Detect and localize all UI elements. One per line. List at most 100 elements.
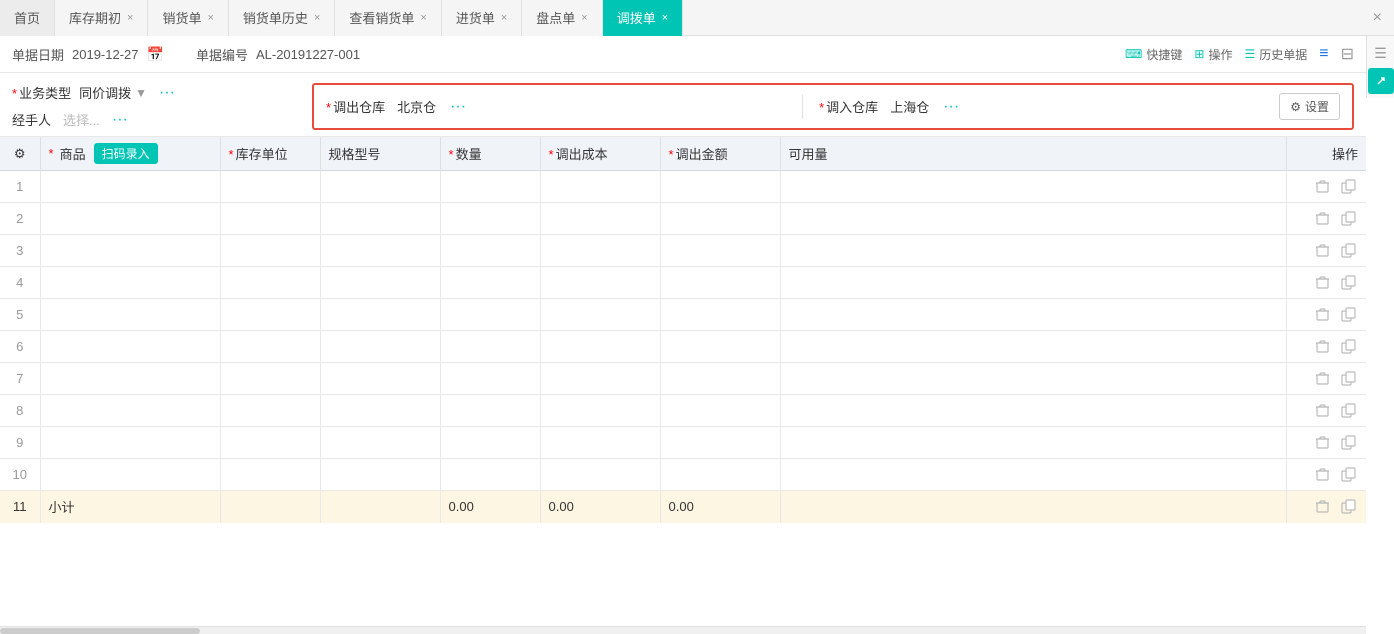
copy-icon[interactable] bbox=[1338, 305, 1358, 325]
tab-sales-history-close[interactable]: × bbox=[314, 12, 320, 24]
row-spec[interactable] bbox=[320, 363, 440, 395]
tab-sales-order[interactable]: 销货单 × bbox=[148, 0, 228, 36]
tab-purchase-order-close[interactable]: × bbox=[501, 12, 507, 24]
row-amount[interactable] bbox=[660, 395, 780, 427]
delete-icon[interactable] bbox=[1312, 465, 1332, 485]
tab-view-sales[interactable]: 查看销货单 × bbox=[335, 0, 441, 36]
copy-icon[interactable] bbox=[1338, 241, 1358, 261]
row-qty[interactable] bbox=[440, 395, 540, 427]
row-amount[interactable] bbox=[660, 331, 780, 363]
tab-sales-order-close[interactable]: × bbox=[207, 12, 213, 24]
subtotal-copy-icon[interactable] bbox=[1338, 497, 1358, 517]
row-available[interactable] bbox=[780, 459, 1286, 491]
calendar-icon[interactable]: 📅 bbox=[147, 46, 164, 63]
row-spec[interactable] bbox=[320, 171, 440, 203]
row-amount[interactable] bbox=[660, 267, 780, 299]
row-spec[interactable] bbox=[320, 395, 440, 427]
copy-icon[interactable] bbox=[1338, 433, 1358, 453]
th-gear[interactable]: ⚙ bbox=[0, 137, 40, 171]
delete-icon[interactable] bbox=[1312, 369, 1332, 389]
row-spec[interactable] bbox=[320, 459, 440, 491]
history-button[interactable]: ☰ 历史单据 bbox=[1244, 46, 1307, 63]
row-available[interactable] bbox=[780, 395, 1286, 427]
delete-icon[interactable] bbox=[1312, 433, 1332, 453]
transfer-in-more[interactable]: ··· bbox=[943, 98, 959, 116]
row-amount[interactable] bbox=[660, 363, 780, 395]
delete-icon[interactable] bbox=[1312, 305, 1332, 325]
row-product[interactable] bbox=[40, 427, 220, 459]
row-cost[interactable] bbox=[540, 267, 660, 299]
horizontal-scrollbar[interactable] bbox=[0, 626, 1366, 634]
row-available[interactable] bbox=[780, 363, 1286, 395]
row-qty[interactable] bbox=[440, 203, 540, 235]
row-unit[interactable] bbox=[220, 459, 320, 491]
subtotal-delete-icon[interactable] bbox=[1312, 497, 1332, 517]
delete-icon[interactable] bbox=[1312, 337, 1332, 357]
row-amount[interactable] bbox=[660, 459, 780, 491]
row-qty[interactable] bbox=[440, 171, 540, 203]
row-cost[interactable] bbox=[540, 331, 660, 363]
row-product[interactable] bbox=[40, 331, 220, 363]
row-qty[interactable] bbox=[440, 363, 540, 395]
row-product[interactable] bbox=[40, 267, 220, 299]
delete-icon[interactable] bbox=[1312, 177, 1332, 197]
row-unit[interactable] bbox=[220, 363, 320, 395]
row-unit[interactable] bbox=[220, 203, 320, 235]
copy-icon[interactable] bbox=[1338, 369, 1358, 389]
tab-transfer[interactable]: 调拨单 × bbox=[603, 0, 683, 36]
row-available[interactable] bbox=[780, 267, 1286, 299]
tab-home[interactable]: 首页 bbox=[0, 0, 55, 36]
row-spec[interactable] bbox=[320, 427, 440, 459]
tab-inventory-init-close[interactable]: × bbox=[127, 12, 133, 24]
sidebar-list-icon[interactable]: ☰ bbox=[1368, 40, 1394, 66]
row-cost[interactable] bbox=[540, 235, 660, 267]
row-product[interactable] bbox=[40, 459, 220, 491]
row-cost[interactable] bbox=[540, 427, 660, 459]
row-product[interactable] bbox=[40, 299, 220, 331]
row-amount[interactable] bbox=[660, 203, 780, 235]
copy-icon[interactable] bbox=[1338, 209, 1358, 229]
row-unit[interactable] bbox=[220, 235, 320, 267]
tab-inventory-init[interactable]: 库存期初 × bbox=[55, 0, 148, 36]
row-qty[interactable] bbox=[440, 427, 540, 459]
row-available[interactable] bbox=[780, 427, 1286, 459]
row-product[interactable] bbox=[40, 363, 220, 395]
row-available[interactable] bbox=[780, 299, 1286, 331]
row-cost[interactable] bbox=[540, 363, 660, 395]
setting-button[interactable]: ⚙ 设置 bbox=[1279, 93, 1340, 120]
row-qty[interactable] bbox=[440, 331, 540, 363]
window-close-button[interactable]: × bbox=[1361, 0, 1394, 36]
row-spec[interactable] bbox=[320, 267, 440, 299]
tab-stocktake[interactable]: 盘点单 × bbox=[522, 0, 602, 36]
row-cost[interactable] bbox=[540, 203, 660, 235]
row-available[interactable] bbox=[780, 203, 1286, 235]
scan-input-button[interactable]: 扫码录入 bbox=[94, 143, 158, 164]
handler-placeholder[interactable]: 选择... bbox=[63, 110, 100, 129]
delete-icon[interactable] bbox=[1312, 209, 1332, 229]
row-product[interactable] bbox=[40, 203, 220, 235]
row-spec[interactable] bbox=[320, 331, 440, 363]
copy-icon[interactable] bbox=[1338, 337, 1358, 357]
row-cost[interactable] bbox=[540, 171, 660, 203]
row-unit[interactable] bbox=[220, 427, 320, 459]
row-qty[interactable] bbox=[440, 235, 540, 267]
delete-icon[interactable] bbox=[1312, 273, 1332, 293]
layout-toggle-1[interactable]: ≡ bbox=[1319, 45, 1328, 63]
tab-transfer-close[interactable]: × bbox=[662, 12, 668, 24]
business-type-select[interactable]: 同价调拨 ▼ bbox=[79, 83, 147, 102]
operation-button[interactable]: ⊞ 操作 bbox=[1194, 46, 1232, 63]
row-available[interactable] bbox=[780, 235, 1286, 267]
layout-toggle-2[interactable]: ⊟ bbox=[1341, 44, 1354, 64]
delete-icon[interactable] bbox=[1312, 401, 1332, 421]
row-available[interactable] bbox=[780, 171, 1286, 203]
row-cost[interactable] bbox=[540, 459, 660, 491]
row-unit[interactable] bbox=[220, 331, 320, 363]
tab-view-sales-close[interactable]: × bbox=[420, 12, 426, 24]
shortcut-button[interactable]: ⌨ 快捷键 bbox=[1125, 46, 1182, 63]
row-amount[interactable] bbox=[660, 235, 780, 267]
sidebar-export-icon[interactable] bbox=[1368, 68, 1394, 94]
row-cost[interactable] bbox=[540, 299, 660, 331]
row-qty[interactable] bbox=[440, 459, 540, 491]
row-unit[interactable] bbox=[220, 299, 320, 331]
scrollbar-thumb[interactable] bbox=[0, 628, 200, 634]
